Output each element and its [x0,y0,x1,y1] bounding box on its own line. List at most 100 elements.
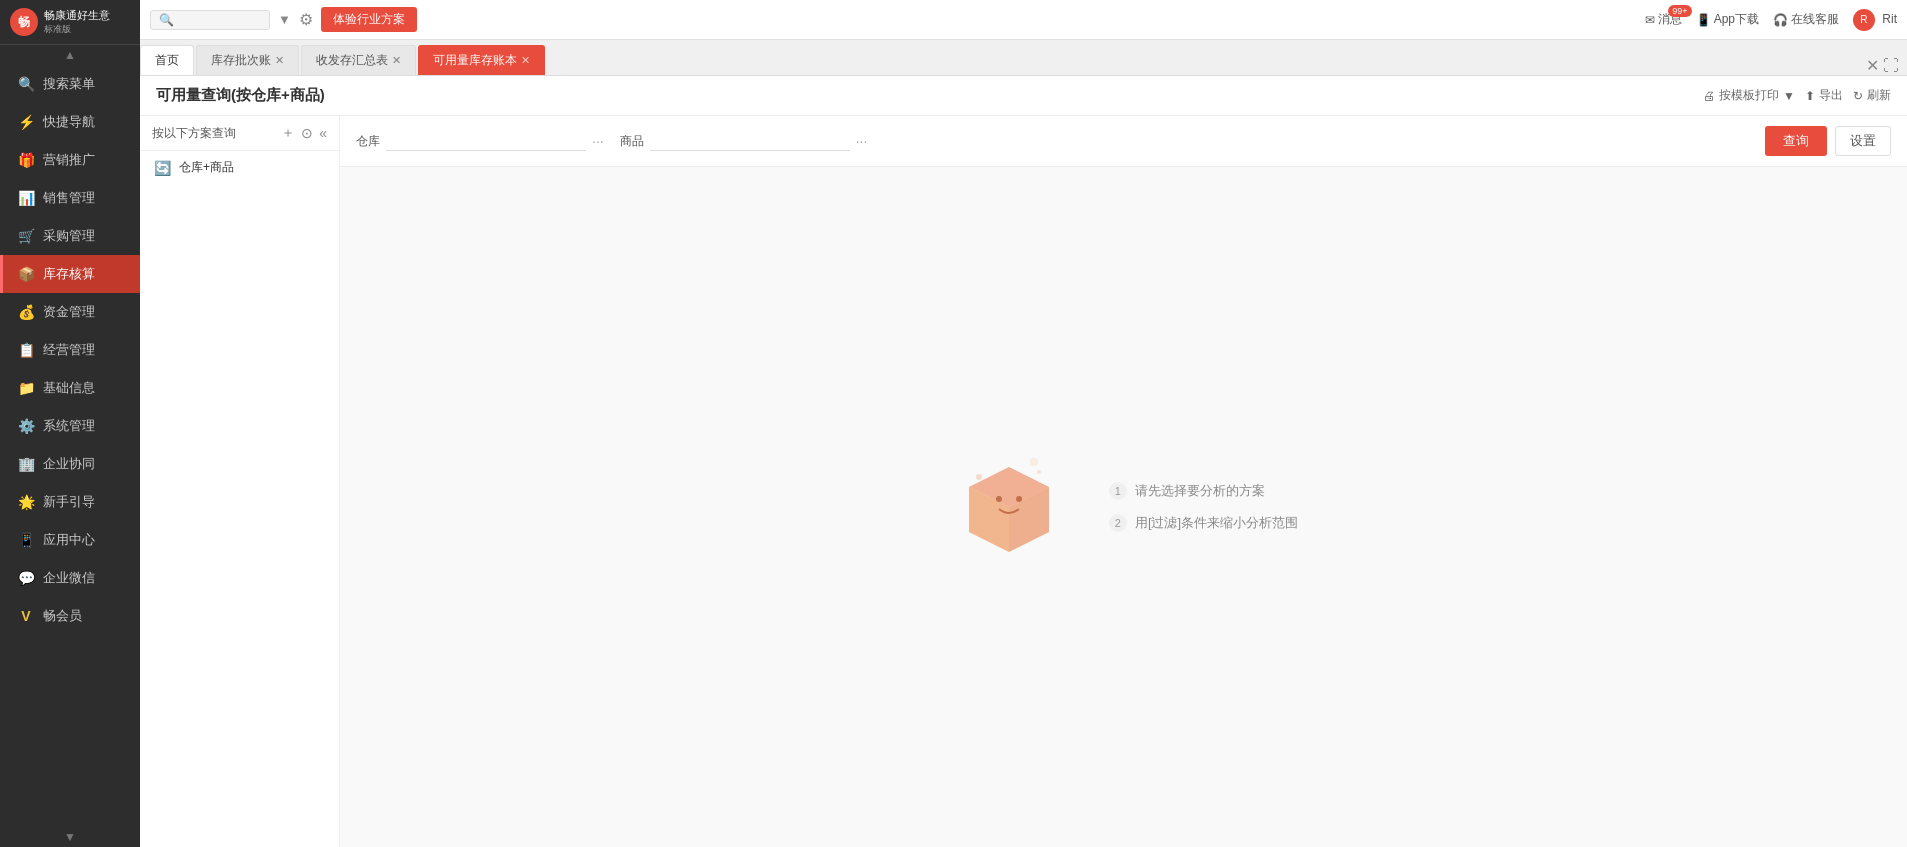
empty-tip-1: 1 请先选择要分析的方案 [1109,482,1298,500]
tab-receipt-summary-close[interactable]: ✕ [392,54,401,67]
query-button[interactable]: 查询 [1765,126,1827,156]
message-count: 99+ [1668,5,1691,17]
search-icon: 🔍 [17,76,35,92]
collapse-filter-button[interactable]: « [319,124,327,142]
empty-state: 1 请先选择要分析的方案 2 用[过滤]条件来缩小分析范围 [340,167,1907,847]
sidebar-label-enterprise: 企业协同 [43,455,95,473]
topbar-search-input[interactable] [178,13,258,27]
topbar-gear-icon[interactable]: ⚙ [299,10,313,29]
sidebar-item-newbie[interactable]: 🌟 新手引导 [0,483,140,521]
phone-icon: 📱 [1696,13,1711,27]
refresh-label: 刷新 [1867,87,1891,104]
app-download-link[interactable]: 📱 App下载 [1696,11,1759,28]
clipboard-icon: 📋 [17,342,35,358]
sidebar-label-finance: 资金管理 [43,303,95,321]
tip-number-1: 1 [1109,482,1127,500]
tab-available-qty[interactable]: 可用量库存账本 ✕ [418,45,545,75]
sidebar-label-vip: 畅会员 [43,607,82,625]
sidebar-item-wechat[interactable]: 💬 企业微信 [0,559,140,597]
product-input[interactable] [650,132,850,151]
tab-receipt-summary[interactable]: 收发存汇总表 ✕ [301,45,416,75]
sidebar-scroll-down[interactable]: ▼ [0,827,140,847]
shortcut-icon: ⚡ [17,114,35,130]
page-header-actions: 🖨 按模板打印 ▼ ⬆ 导出 ↻ 刷新 [1703,87,1891,104]
print-template-button[interactable]: 🖨 按模板打印 ▼ [1703,87,1795,104]
sidebar-scroll-up[interactable]: ▲ [0,45,140,65]
cart-icon: 🛒 [17,228,35,244]
sidebar-item-operations[interactable]: 📋 经营管理 [0,331,140,369]
topbar-dropdown-arrow[interactable]: ▼ [278,12,291,27]
sidebar-item-search[interactable]: 🔍 搜索菜单 [0,65,140,103]
export-icon: ⬆ [1805,89,1815,103]
topbar-right-actions: ✉ 消息 99+ 📱 App下载 🎧 在线客服 R Rit [1645,9,1897,31]
product-label: 商品 [620,133,644,150]
tab-receipt-summary-label: 收发存汇总表 [316,52,388,69]
app-name-block: 畅康通好生意 标准版 [44,8,110,35]
sidebar-label-wechat: 企业微信 [43,569,95,587]
refresh-button[interactable]: ↻ 刷新 [1853,87,1891,104]
app-download-label: App下载 [1714,11,1759,28]
sidebar-item-basic-info[interactable]: 📁 基础信息 [0,369,140,407]
product-more-button[interactable]: ··· [856,133,868,149]
filter-item-warehouse-product[interactable]: 🔄 仓库+商品 [140,151,339,184]
empty-tip-2: 2 用[过滤]条件来缩小分析范围 [1109,514,1298,532]
app-version: 标准版 [44,23,110,36]
online-service-label: 在线客服 [1791,11,1839,28]
warehouse-field: 仓库 ··· [356,132,604,151]
sidebar-label-inventory: 库存核算 [43,265,95,283]
sidebar-item-system[interactable]: ⚙️ 系统管理 [0,407,140,445]
export-button[interactable]: ⬆ 导出 [1805,87,1843,104]
vip-icon: V [17,608,35,624]
settings-filter-button[interactable]: ⊙ [301,124,313,142]
star-icon: 🌟 [17,494,35,510]
sidebar-item-marketing[interactable]: 🎁 营销推广 [0,141,140,179]
sidebar-label-search: 搜索菜单 [43,75,95,93]
sidebar-item-inventory[interactable]: 📦 库存核算 [0,255,140,293]
filter-header-buttons: ＋ ⊙ « [281,124,327,142]
message-badge[interactable]: ✉ 消息 99+ [1645,11,1682,28]
trial-industry-button[interactable]: 体验行业方案 [321,7,417,32]
sidebar-label-operations: 经营管理 [43,341,95,359]
tab-batch-ledger[interactable]: 库存批次账 ✕ [196,45,299,75]
headset-icon: 🎧 [1773,13,1788,27]
tab-close-all-button[interactable]: ✕ [1866,56,1879,75]
sidebar-item-vip[interactable]: V 畅会员 [0,597,140,635]
sidebar-item-shortcut[interactable]: ⚡ 快捷导航 [0,103,140,141]
folder-icon: 📁 [17,380,35,396]
tab-batch-ledger-close[interactable]: ✕ [275,54,284,67]
warehouse-more-button[interactable]: ··· [592,133,604,149]
sidebar-item-finance[interactable]: 💰 资金管理 [0,293,140,331]
warehouse-input[interactable] [386,132,586,151]
app-name: 畅康通好生意 [44,8,110,22]
tip-text-1: 请先选择要分析的方案 [1135,482,1265,500]
warehouse-label: 仓库 [356,133,380,150]
wechat-icon: 💬 [17,570,35,586]
tab-available-qty-close[interactable]: ✕ [521,54,530,67]
sidebar-item-app-center[interactable]: 📱 应用中心 [0,521,140,559]
tip-number-2: 2 [1109,514,1127,532]
content-area: 按以下方案查询 ＋ ⊙ « 🔄 仓库+商品 仓库 ··· [140,116,1907,847]
online-service-link[interactable]: 🎧 在线客服 [1773,11,1839,28]
sidebar-item-sales[interactable]: 📊 销售管理 [0,179,140,217]
tab-home[interactable]: 首页 [140,45,194,75]
sidebar-label-basic-info: 基础信息 [43,379,95,397]
svg-point-4 [996,496,1002,502]
sidebar-label-app-center: 应用中心 [43,531,95,549]
sidebar-label-shortcut: 快捷导航 [43,113,95,131]
page-title: 可用量查询(按仓库+商品) [156,86,325,105]
sidebar-label-system: 系统管理 [43,417,95,435]
sidebar-item-enterprise[interactable]: 🏢 企业协同 [0,445,140,483]
main-area: 🔍 ▼ ⚙ 体验行业方案 ✉ 消息 99+ 📱 App下载 🎧 在线客服 R R… [140,0,1907,847]
topbar-search-box[interactable]: 🔍 [150,10,270,30]
add-filter-button[interactable]: ＋ [281,124,295,142]
sidebar-item-purchase[interactable]: 🛒 采购管理 [0,217,140,255]
empty-tips: 1 请先选择要分析的方案 2 用[过滤]条件来缩小分析范围 [1109,482,1298,532]
building-icon: 🏢 [17,456,35,472]
empty-illustration [949,447,1069,567]
tab-expand-button[interactable]: ⛶ [1883,57,1899,75]
svg-point-6 [976,474,982,480]
settings-button[interactable]: 设置 [1835,126,1891,156]
print-dropdown-icon: ▼ [1783,89,1795,103]
sidebar-label-sales: 销售管理 [43,189,95,207]
user-name[interactable]: R Rit [1853,9,1897,31]
